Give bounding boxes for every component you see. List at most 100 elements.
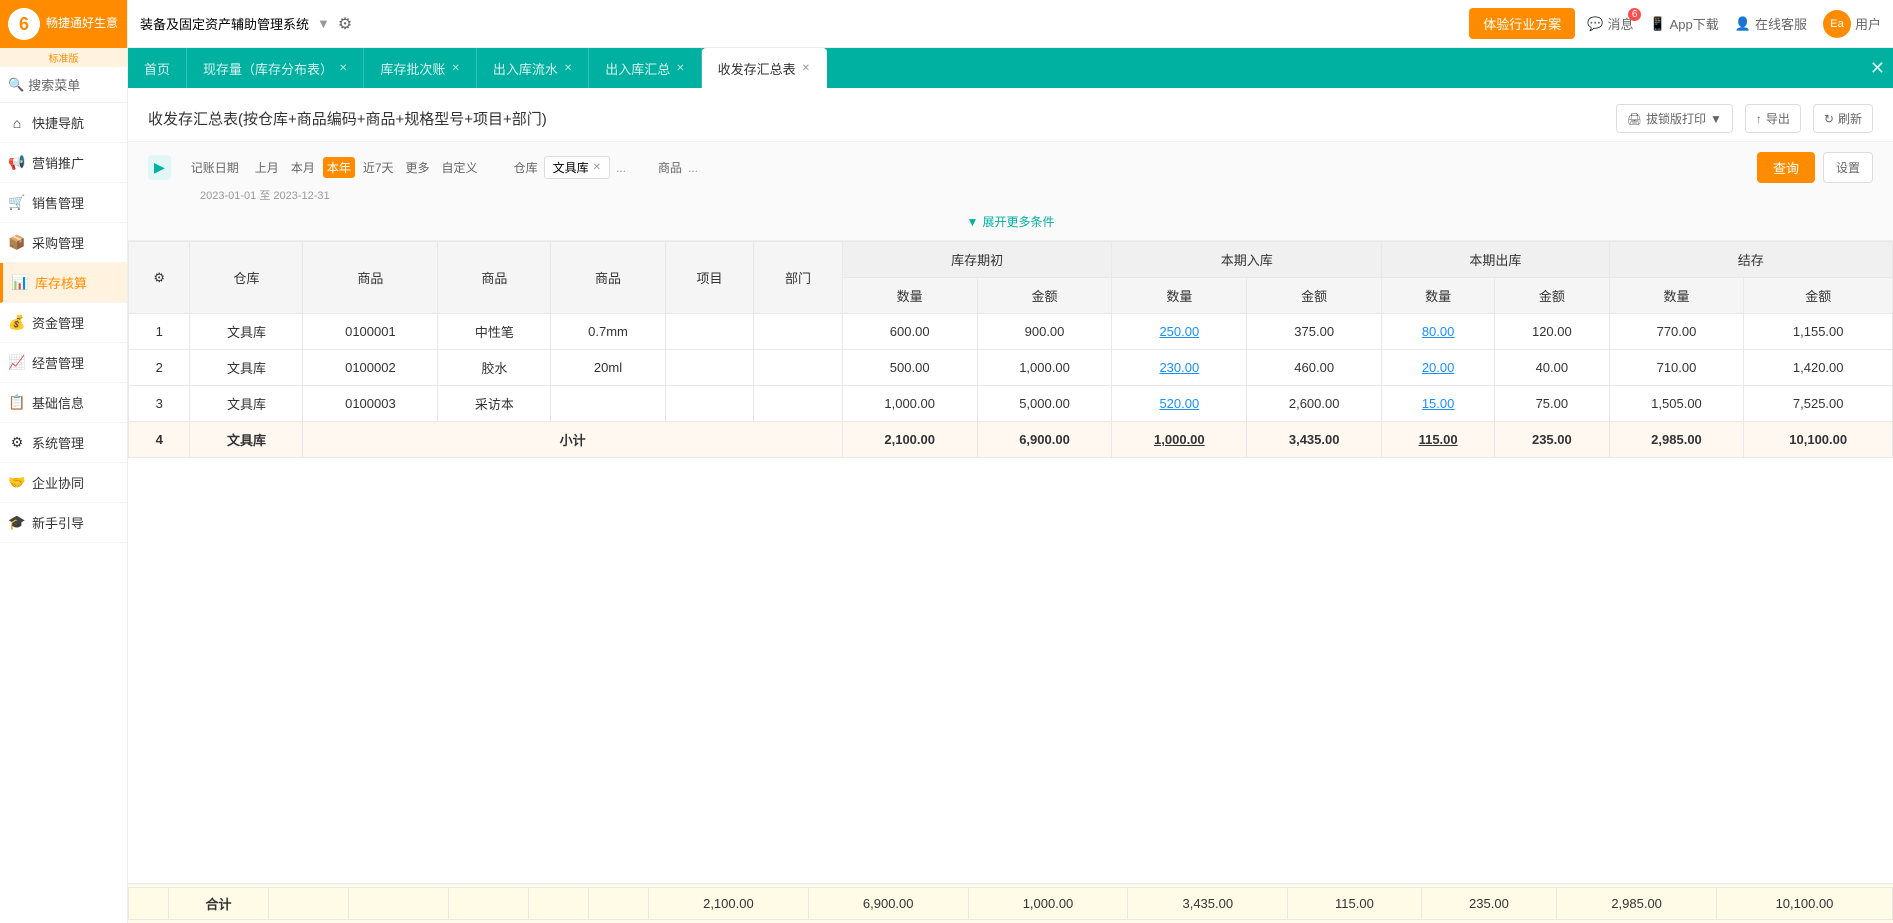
- product-more[interactable]: ...: [688, 161, 698, 175]
- sidebar-item-basic-info[interactable]: 📋 基础信息: [0, 383, 127, 423]
- date-btn-more[interactable]: 更多: [402, 157, 434, 178]
- cell-warehouse: 文具库: [190, 350, 303, 386]
- page-title: 收发存汇总表(按仓库+商品编码+商品+规格型号+项目+部门): [148, 108, 547, 129]
- tab-summary[interactable]: 出入库汇总 ✕: [589, 48, 701, 88]
- page-header: 收发存汇总表(按仓库+商品编码+商品+规格型号+项目+部门) 🖨 拔锁版打印 ▼…: [128, 88, 1893, 142]
- cell-out-qty[interactable]: 15.00: [1382, 386, 1495, 422]
- subtotal-out-qty[interactable]: 115.00: [1382, 422, 1495, 458]
- filter-row-date-range: 2023-01-01 至 2023-12-31: [148, 187, 1873, 203]
- cell-project: [665, 350, 754, 386]
- cell-code: 0100001: [303, 314, 438, 350]
- tab-batch-label: 库存批次账: [380, 59, 445, 78]
- subtotal-in-qty[interactable]: 1,000.00: [1112, 422, 1247, 458]
- topbar-dropdown-icon[interactable]: ▼: [317, 16, 330, 31]
- cooperation-icon: 🤝: [8, 474, 26, 492]
- tab-home[interactable]: 首页: [128, 48, 187, 88]
- col-gear-icon[interactable]: ⚙: [153, 270, 165, 285]
- tab-flow[interactable]: 出入库流水 ✕: [477, 48, 589, 88]
- online-service-action[interactable]: 👤 在线客服: [1735, 14, 1807, 33]
- sidebar-item-operations[interactable]: 📈 经营管理: [0, 343, 127, 383]
- tab-stock-dist-close[interactable]: ✕: [339, 63, 347, 74]
- footer-opening-amt: 6,900.00: [808, 888, 968, 920]
- cell-opening-qty: 1,000.00: [842, 386, 977, 422]
- trial-button[interactable]: 体验行业方案: [1469, 8, 1575, 39]
- sidebar-item-marketing[interactable]: 📢 营销推广: [0, 143, 127, 183]
- sidebar-item-finance[interactable]: 💰 资金管理: [0, 303, 127, 343]
- date-btn-7days[interactable]: 近7天: [359, 157, 398, 178]
- cell-in-qty[interactable]: 230.00: [1112, 350, 1247, 386]
- col-in-amt: 金额: [1247, 278, 1382, 314]
- print-button[interactable]: 🖨 拔锁版打印 ▼: [1616, 104, 1733, 133]
- date-btn-this-year[interactable]: 本年: [323, 157, 355, 178]
- cell-opening-amt: 900.00: [977, 314, 1112, 350]
- footer-total-label: 合计: [169, 888, 269, 920]
- cell-closing-qty: 770.00: [1609, 314, 1744, 350]
- search-menu[interactable]: 🔍 搜索菜单: [0, 67, 127, 103]
- message-action[interactable]: 💬 消息 6: [1587, 14, 1633, 33]
- topbar-system-name: 装备及固定资产辅助管理系统: [140, 14, 309, 33]
- tab-recv-send[interactable]: 收发存汇总表 ✕: [702, 48, 827, 88]
- cell-out-qty[interactable]: 80.00: [1382, 314, 1495, 350]
- col-spec: 商品: [551, 242, 665, 314]
- warehouse-filter: 仓库 文具库 ✕ ...: [514, 156, 626, 179]
- expand-conditions[interactable]: ▼ 展开更多条件: [967, 213, 1055, 230]
- sidebar-item-guide[interactable]: 🎓 新手引导: [0, 503, 127, 543]
- sidebar-item-cooperation[interactable]: 🤝 企业协同: [0, 463, 127, 503]
- tab-stock-dist[interactable]: 现存量（库存分布表） ✕: [187, 48, 364, 88]
- table-row: 2 文具库 0100002 胶水 20ml 500.00 1,000.00 23…: [129, 350, 1893, 386]
- cell-out-qty[interactable]: 20.00: [1382, 350, 1495, 386]
- cell-in-qty[interactable]: 250.00: [1112, 314, 1247, 350]
- col-gear[interactable]: ⚙: [129, 242, 190, 314]
- export-icon: ↑: [1756, 112, 1762, 126]
- user-action[interactable]: Ea 用户: [1823, 10, 1881, 38]
- setting-button[interactable]: 设置: [1823, 152, 1873, 183]
- content-area: 收发存汇总表(按仓库+商品编码+商品+规格型号+项目+部门) 🖨 拔锁版打印 ▼…: [128, 88, 1893, 923]
- warehouse-tag-close[interactable]: ✕: [593, 162, 601, 173]
- tab-batch-close[interactable]: ✕: [451, 63, 459, 74]
- subtotal-opening-qty: 2,100.00: [842, 422, 977, 458]
- date-btn-last-month[interactable]: 上月: [251, 157, 283, 178]
- filter-toggle-arrow[interactable]: ▶: [148, 155, 171, 180]
- inventory-icon: 📊: [11, 274, 29, 292]
- nav-tabs-end: ✕: [1870, 58, 1893, 79]
- sidebar-item-quick-nav[interactable]: ⌂ 快捷导航: [0, 103, 127, 143]
- date-btn-this-month[interactable]: 本月: [287, 157, 319, 178]
- tab-summary-close[interactable]: ✕: [676, 63, 684, 74]
- date-btn-custom[interactable]: 自定义: [438, 157, 482, 178]
- topbar-system: 装备及固定资产辅助管理系统 ▼ ⚙: [140, 14, 1457, 34]
- refresh-button[interactable]: ↻ 刷新: [1813, 104, 1873, 133]
- footer-out-amt: 235.00: [1421, 888, 1557, 920]
- sidebar-logo: 6 畅捷通好生意: [0, 0, 127, 48]
- subtotal-opening-amt: 6,900.00: [977, 422, 1112, 458]
- print-dropdown-icon: ▼: [1710, 112, 1722, 126]
- export-button[interactable]: ↑ 导出: [1745, 104, 1801, 133]
- refresh-label: 刷新: [1838, 110, 1862, 127]
- warehouse-more[interactable]: ...: [616, 161, 626, 175]
- tab-batch[interactable]: 库存批次账 ✕: [364, 48, 476, 88]
- sidebar-item-sales[interactable]: 🛒 销售管理: [0, 183, 127, 223]
- expand-icon: ▼: [967, 215, 979, 229]
- tab-recv-send-close[interactable]: ✕: [802, 63, 810, 74]
- tab-flow-label: 出入库流水: [493, 59, 558, 78]
- warehouse-filter-label: 仓库: [514, 159, 538, 176]
- cell-in-qty[interactable]: 520.00: [1112, 386, 1247, 422]
- topbar-gear-icon[interactable]: ⚙: [338, 14, 352, 34]
- sidebar-item-label: 快捷导航: [32, 113, 84, 132]
- app-download-action[interactable]: 📱 App下载: [1649, 14, 1718, 33]
- col-warehouse: 仓库: [190, 242, 303, 314]
- sidebar-item-system[interactable]: ⚙ 系统管理: [0, 423, 127, 463]
- col-out-group: 本期出库: [1382, 242, 1609, 278]
- cell-opening-amt: 1,000.00: [977, 350, 1112, 386]
- tab-flow-close[interactable]: ✕: [564, 63, 572, 74]
- sidebar-item-inventory[interactable]: 📊 库存核算: [0, 263, 127, 303]
- guide-icon: 🎓: [8, 514, 26, 532]
- query-button[interactable]: 查询: [1757, 152, 1815, 183]
- cell-name: 中性笔: [438, 314, 551, 350]
- close-all-tabs[interactable]: ✕: [1870, 58, 1885, 79]
- cell-spec: 0.7mm: [551, 314, 665, 350]
- cell-project: [665, 314, 754, 350]
- app-download-label: App下载: [1670, 14, 1719, 33]
- sidebar-item-purchase[interactable]: 📦 采购管理: [0, 223, 127, 263]
- data-table-container: ⚙ 仓库 商品 商品 商品 项目 部门 库存期初 本期入库 本期出库 结存 数量: [128, 241, 1893, 923]
- col-code: 商品: [303, 242, 438, 314]
